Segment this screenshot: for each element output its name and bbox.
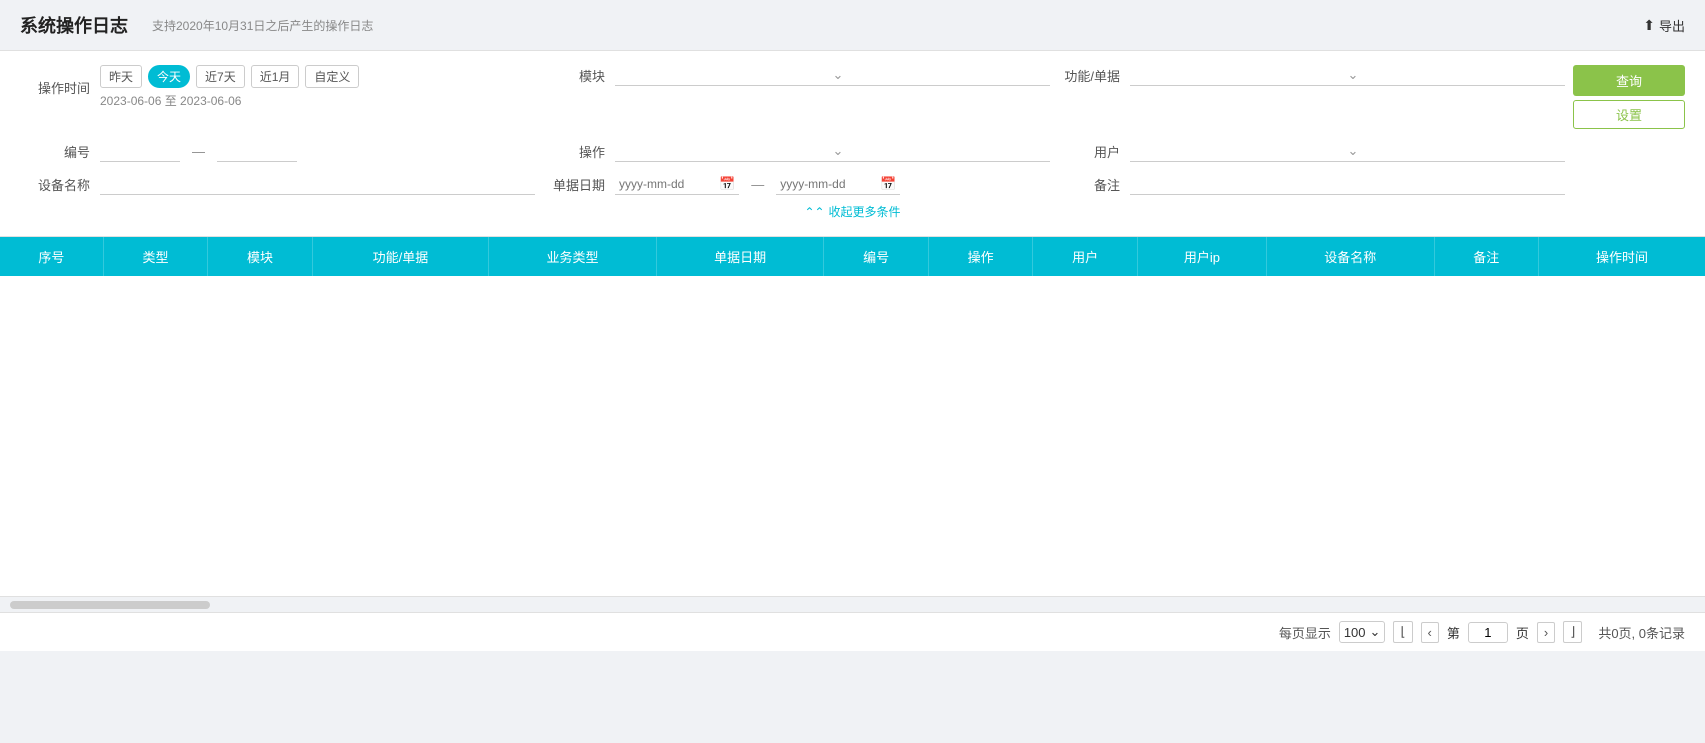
user-select[interactable]: ⌄ — [1130, 141, 1565, 162]
page-summary: 共0页, 0条记录 — [1598, 623, 1685, 642]
module-label: 模块 — [535, 66, 615, 85]
page-size-value: 100 — [1344, 625, 1366, 640]
page-label: 第 — [1447, 623, 1460, 642]
col-remark: 备注 — [1434, 237, 1538, 276]
page-unit: 页 — [1516, 623, 1529, 642]
calendar-start-icon[interactable]: 📅 — [719, 176, 735, 192]
time-btn-today[interactable]: 今天 — [148, 65, 190, 88]
first-page-button[interactable]: ⌊ — [1393, 621, 1412, 643]
table-header: 序号 类型 模块 功能/单据 业务类型 单据日期 编号 操作 用户 用户ip 设… — [0, 237, 1705, 276]
page-title: 系统操作日志 — [20, 12, 128, 38]
col-operation: 操作 — [928, 237, 1032, 276]
device-input[interactable] — [100, 175, 535, 195]
device-filter: 设备名称 — [20, 175, 535, 195]
col-op-time: 操作时间 — [1539, 237, 1705, 276]
date-dash: — — [751, 177, 764, 192]
date-end-wrap: 📅 — [776, 174, 900, 195]
col-user-ip: 用户ip — [1137, 237, 1266, 276]
date-end-input[interactable] — [780, 177, 880, 191]
operation-filter: 操作 ⌄ — [535, 141, 1050, 162]
filter-panel: 操作时间 昨天 今天 近7天 近1月 自定义 2023-06-06 至 2023… — [0, 51, 1705, 237]
operation-label: 操作 — [535, 142, 615, 161]
collapse-chevron-icon: ⌃⌃ — [804, 205, 824, 219]
table-header-row: 序号 类型 模块 功能/单据 业务类型 单据日期 编号 操作 用户 用户ip 设… — [0, 237, 1705, 276]
col-code: 编号 — [824, 237, 928, 276]
col-doc-date: 单据日期 — [656, 237, 824, 276]
horizontal-scrollbar[interactable] — [0, 596, 1705, 612]
page-header: 系统操作日志 支持2020年10月31日之后产生的操作日志 ⬆ 导出 — [0, 0, 1705, 51]
col-user: 用户 — [1033, 237, 1137, 276]
time-filter: 操作时间 昨天 今天 近7天 近1月 自定义 2023-06-06 至 2023… — [20, 65, 535, 109]
code-label: 编号 — [20, 142, 100, 161]
module-filter: 模块 ⌄ — [535, 65, 1050, 86]
remark-input[interactable] — [1130, 175, 1565, 195]
calendar-end-icon[interactable]: 📅 — [880, 176, 896, 192]
operation-chevron-icon: ⌄ — [833, 143, 1047, 159]
data-table: 序号 类型 模块 功能/单据 业务类型 单据日期 编号 操作 用户 用户ip 设… — [0, 237, 1705, 276]
scroll-thumb — [10, 601, 210, 609]
time-btn-custom[interactable]: 自定义 — [305, 65, 359, 88]
col-module: 模块 — [208, 237, 312, 276]
col-biz-type: 业务类型 — [489, 237, 657, 276]
time-btn-7days[interactable]: 近7天 — [196, 65, 245, 88]
collapse-button[interactable]: ⌃⌃ 收起更多条件 — [804, 203, 900, 220]
code-dash: — — [192, 144, 205, 159]
module-chevron-icon: ⌄ — [833, 67, 1047, 83]
export-label: 导出 — [1659, 16, 1685, 35]
time-btn-yesterday[interactable]: 昨天 — [100, 65, 142, 88]
date-start-input[interactable] — [619, 177, 719, 191]
code-input-start[interactable] — [100, 142, 180, 162]
collapse-label: 收起更多条件 — [829, 203, 901, 220]
export-icon: ⬆ — [1643, 17, 1655, 34]
time-btn-1month[interactable]: 近1月 — [251, 65, 300, 88]
page-size-chevron-icon: ⌄ — [1370, 624, 1381, 640]
module-select[interactable]: ⌄ — [615, 65, 1050, 86]
col-type: 类型 — [103, 237, 207, 276]
collapse-bar[interactable]: ⌃⌃ 收起更多条件 — [20, 199, 1685, 228]
per-page-label: 每页显示 — [1279, 623, 1331, 642]
page-size-select[interactable]: 100 ⌄ — [1339, 621, 1386, 643]
device-label: 设备名称 — [20, 175, 100, 194]
func-chevron-icon: ⌄ — [1348, 67, 1562, 83]
remark-label: 备注 — [1050, 175, 1130, 194]
page-number-input[interactable] — [1468, 622, 1508, 643]
code-filter: 编号 — — [20, 142, 535, 162]
time-range: 2023-06-06 至 2023-06-06 — [100, 92, 535, 109]
action-buttons: 查询 设置 — [1565, 65, 1685, 129]
date-label: 单据日期 — [535, 175, 615, 194]
page-subtitle: 支持2020年10月31日之后产生的操作日志 — [152, 17, 373, 34]
func-label: 功能/单据 — [1050, 66, 1130, 85]
settings-button[interactable]: 设置 — [1573, 100, 1685, 129]
table-container: 序号 类型 模块 功能/单据 业务类型 单据日期 编号 操作 用户 用户ip 设… — [0, 237, 1705, 596]
user-label: 用户 — [1050, 142, 1130, 161]
prev-page-button[interactable]: ‹ — [1421, 622, 1439, 643]
col-func: 功能/单据 — [312, 237, 488, 276]
col-device: 设备名称 — [1266, 237, 1434, 276]
time-buttons: 昨天 今天 近7天 近1月 自定义 — [100, 65, 535, 88]
operation-select[interactable]: ⌄ — [615, 141, 1050, 162]
col-index: 序号 — [0, 237, 103, 276]
empty-area — [0, 276, 1705, 596]
func-filter: 功能/单据 ⌄ — [1050, 65, 1565, 86]
remark-filter: 备注 — [1050, 175, 1565, 195]
pagination: 每页显示 100 ⌄ ⌊ ‹ 第 页 › ⌋ 共0页, 0条记录 — [0, 612, 1705, 651]
query-button[interactable]: 查询 — [1573, 65, 1685, 96]
date-start-wrap: 📅 — [615, 174, 739, 195]
user-filter: 用户 ⌄ — [1050, 141, 1565, 162]
code-input-end[interactable] — [217, 142, 297, 162]
date-filter: 单据日期 📅 — 📅 — [535, 174, 1050, 195]
user-chevron-icon: ⌄ — [1348, 143, 1562, 159]
func-select[interactable]: ⌄ — [1130, 65, 1565, 86]
next-page-button[interactable]: › — [1537, 622, 1555, 643]
last-page-button[interactable]: ⌋ — [1563, 621, 1582, 643]
export-button[interactable]: ⬆ 导出 — [1643, 16, 1685, 35]
time-label: 操作时间 — [20, 78, 100, 97]
